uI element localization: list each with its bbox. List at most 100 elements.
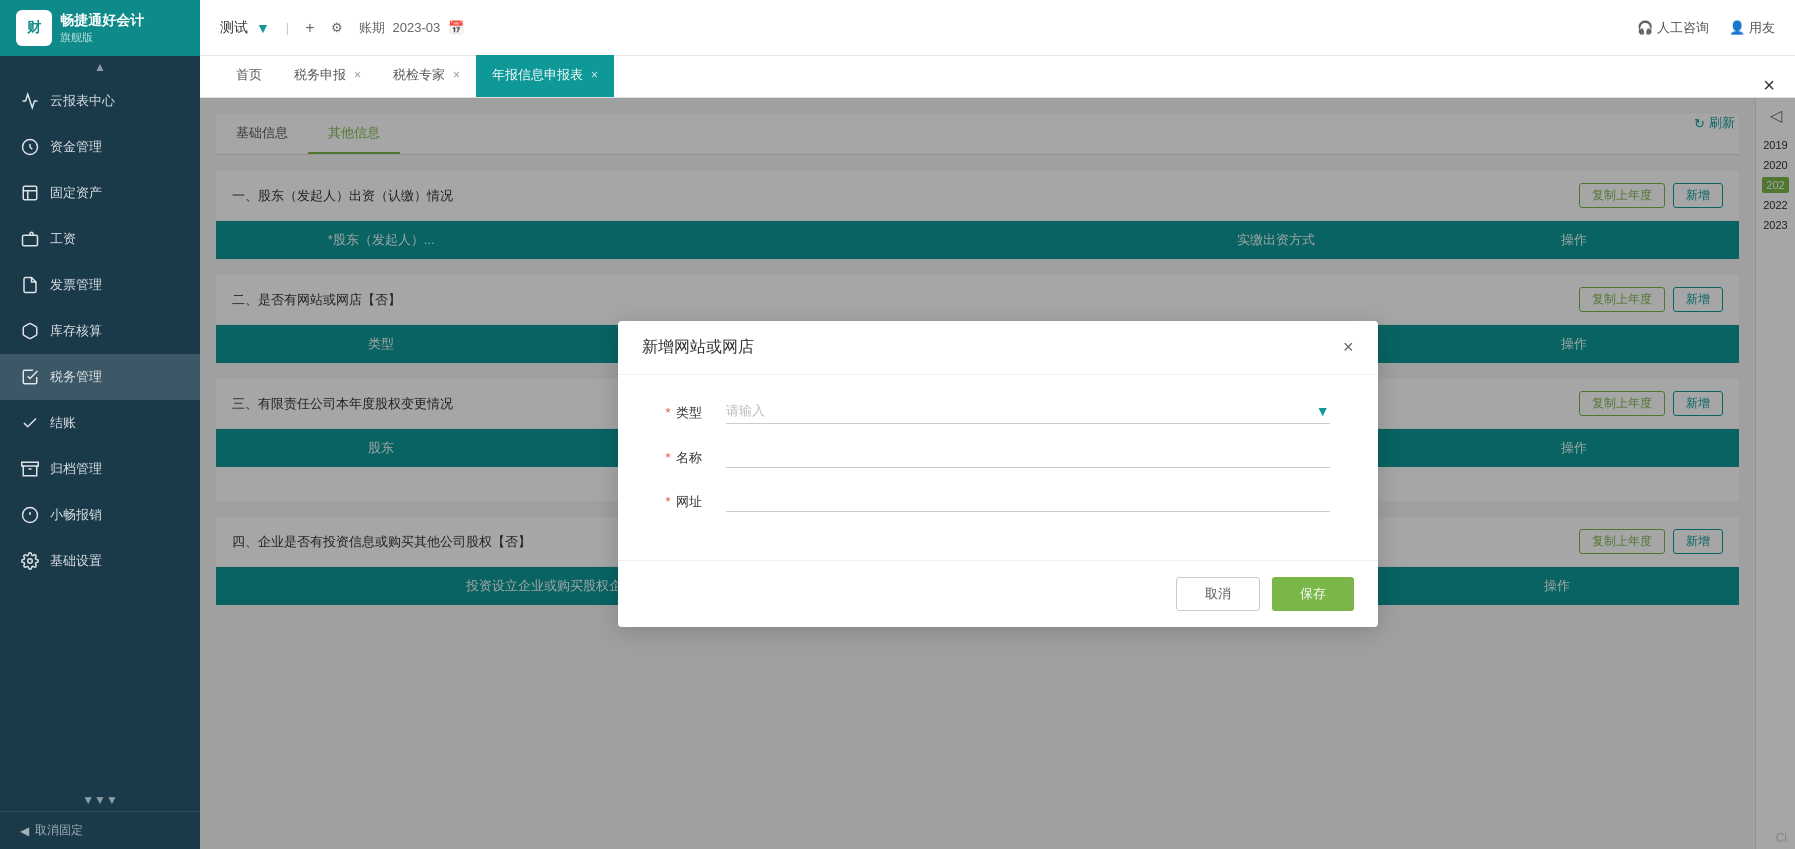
sidebar-item-fixed-assets[interactable]: 固定资产 [0, 170, 200, 216]
logo-subtitle: 旗舰版 [60, 30, 144, 45]
url-label-text: 网址 [676, 494, 702, 509]
sidebar-item-label: 基础设置 [50, 552, 102, 570]
invoice-icon [20, 275, 40, 295]
salary-icon [20, 229, 40, 249]
url-input[interactable] [726, 492, 1330, 507]
gear-icon[interactable]: ⚙ [331, 20, 343, 35]
tab-tax-declare-label: 税务申报 [294, 66, 346, 84]
period-label: 账期 [359, 19, 385, 37]
sidebar-item-label: 发票管理 [50, 276, 102, 294]
required-star2: * [666, 450, 671, 465]
header-divider1: | [286, 20, 289, 35]
company-name: 测试 [220, 19, 248, 37]
tab-annual-report-close[interactable]: × [591, 68, 598, 82]
sidebar-item-label: 税务管理 [50, 368, 102, 386]
logo-text-wrap: 畅捷通好会计 旗舰版 [60, 11, 144, 44]
name-input-wrap [726, 448, 1330, 468]
svg-rect-1 [23, 186, 37, 200]
left-arrow-icon: ◀ [20, 824, 29, 838]
dialog-body: * 类型 ▼ * 名称 [618, 375, 1378, 560]
form-row-type: * 类型 ▼ [666, 403, 1330, 424]
sidebar-item-label: 结账 [50, 414, 76, 432]
sidebar-logo: 财 畅捷通好会计 旗舰版 [0, 0, 200, 56]
required-star3: * [666, 494, 671, 509]
sidebar-item-archive[interactable]: 归档管理 [0, 446, 200, 492]
inventory-icon [20, 321, 40, 341]
sidebar-item-settings[interactable]: 基础设置 [0, 538, 200, 584]
report-icon [20, 505, 40, 525]
header-right: 🎧 人工咨询 👤 用友 [1637, 19, 1775, 37]
header-actions: + ⚙ 账期 2023-03 📅 [305, 19, 464, 37]
logo-title: 畅捷通好会计 [60, 11, 144, 29]
user-icon: 👤 [1729, 20, 1745, 35]
unpin-label: 取消固定 [35, 822, 83, 839]
sidebar-item-cloud-report[interactable]: 云报表中心 [0, 78, 200, 124]
sidebar-item-report[interactable]: 小畅报销 [0, 492, 200, 538]
main-content: 测试 ▼ | + ⚙ 账期 2023-03 📅 🎧 人工咨询 👤 用友 [200, 0, 1795, 849]
header: 测试 ▼ | + ⚙ 账期 2023-03 📅 🎧 人工咨询 👤 用友 [200, 0, 1795, 56]
headphone-icon: 🎧 [1637, 20, 1653, 35]
sidebar-item-inventory[interactable]: 库存核算 [0, 308, 200, 354]
logo-icon: 财 [16, 10, 52, 46]
sidebar-unpin[interactable]: ◀ 取消固定 [0, 811, 200, 849]
company-selector[interactable]: 测试 ▼ [220, 19, 270, 37]
sidebar-item-salary[interactable]: 工资 [0, 216, 200, 262]
sidebar-item-label: 工资 [50, 230, 76, 248]
add-website-dialog: 新增网站或网店 × * 类型 ▼ [618, 321, 1378, 627]
cloud-report-icon [20, 91, 40, 111]
svg-point-8 [28, 559, 33, 564]
dialog-close-btn[interactable]: × [1343, 337, 1354, 358]
sidebar-scroll-up[interactable]: ▲ [0, 56, 200, 78]
add-icon[interactable]: + [305, 19, 314, 37]
window-close-btn[interactable]: × [1763, 74, 1775, 97]
sidebar-item-tax[interactable]: 税务管理 [0, 354, 200, 400]
svg-rect-3 [22, 462, 39, 466]
tab-home[interactable]: 首页 [220, 55, 278, 97]
type-input[interactable] [726, 403, 1316, 418]
tabs-bar: 首页 税务申报 × 税检专家 × 年报信息申报表 × × [200, 56, 1795, 98]
sidebar-item-label: 归档管理 [50, 460, 102, 478]
tab-annual-report-label: 年报信息申报表 [492, 66, 583, 84]
dialog-title: 新增网站或网店 [642, 337, 754, 358]
dialog-header: 新增网站或网店 × [618, 321, 1378, 375]
sidebar-nav: 云报表中心 资金管理 固定资产 工资 发票管理 [0, 78, 200, 789]
sidebar-item-invoice[interactable]: 发票管理 [0, 262, 200, 308]
sidebar-item-label: 库存核算 [50, 322, 102, 340]
sidebar-scroll-down[interactable]: ▼▼▼ [0, 789, 200, 811]
content-area: 基础信息 其他信息 一、股东（发起人）出资（认缴）情况 复制上年度 新增 *股东… [200, 98, 1795, 849]
cancel-button[interactable]: 取消 [1176, 577, 1260, 611]
sidebar-item-checkout[interactable]: 结账 [0, 400, 200, 446]
sidebar-item-fund[interactable]: 资金管理 [0, 124, 200, 170]
type-dropdown-arrow[interactable]: ▼ [1316, 403, 1330, 419]
url-label: * 网址 [666, 493, 726, 511]
name-input[interactable] [726, 448, 1330, 463]
tab-tax-expert[interactable]: 税检专家 × [377, 55, 476, 97]
dropdown-icon: ▼ [256, 20, 270, 36]
archive-icon [20, 459, 40, 479]
period-selector[interactable]: 账期 2023-03 📅 [359, 19, 465, 37]
save-button[interactable]: 保存 [1272, 577, 1354, 611]
tax-icon [20, 367, 40, 387]
tab-tax-expert-close[interactable]: × [453, 68, 460, 82]
checkout-icon [20, 413, 40, 433]
sidebar-item-label: 云报表中心 [50, 92, 115, 110]
sidebar-item-label: 资金管理 [50, 138, 102, 156]
settings-icon [20, 551, 40, 571]
sidebar: 财 畅捷通好会计 旗舰版 ▲ 云报表中心 资金管理 固定资产 [0, 0, 200, 849]
support-label: 人工咨询 [1657, 19, 1709, 37]
form-row-url: * 网址 [666, 492, 1330, 512]
url-input-wrap [726, 492, 1330, 512]
period-value: 2023-03 [393, 20, 441, 35]
tab-annual-report[interactable]: 年报信息申报表 × [476, 55, 614, 97]
sidebar-item-label: 小畅报销 [50, 506, 102, 524]
required-star: * [666, 405, 671, 420]
name-label-text: 名称 [676, 450, 702, 465]
tab-tax-declare[interactable]: 税务申报 × [278, 55, 377, 97]
tab-tax-declare-close[interactable]: × [354, 68, 361, 82]
tab-tax-expert-label: 税检专家 [393, 66, 445, 84]
support-btn[interactable]: 🎧 人工咨询 [1637, 19, 1709, 37]
name-label: * 名称 [666, 449, 726, 467]
user-btn[interactable]: 👤 用友 [1729, 19, 1775, 37]
fund-icon [20, 137, 40, 157]
sidebar-item-label: 固定资产 [50, 184, 102, 202]
